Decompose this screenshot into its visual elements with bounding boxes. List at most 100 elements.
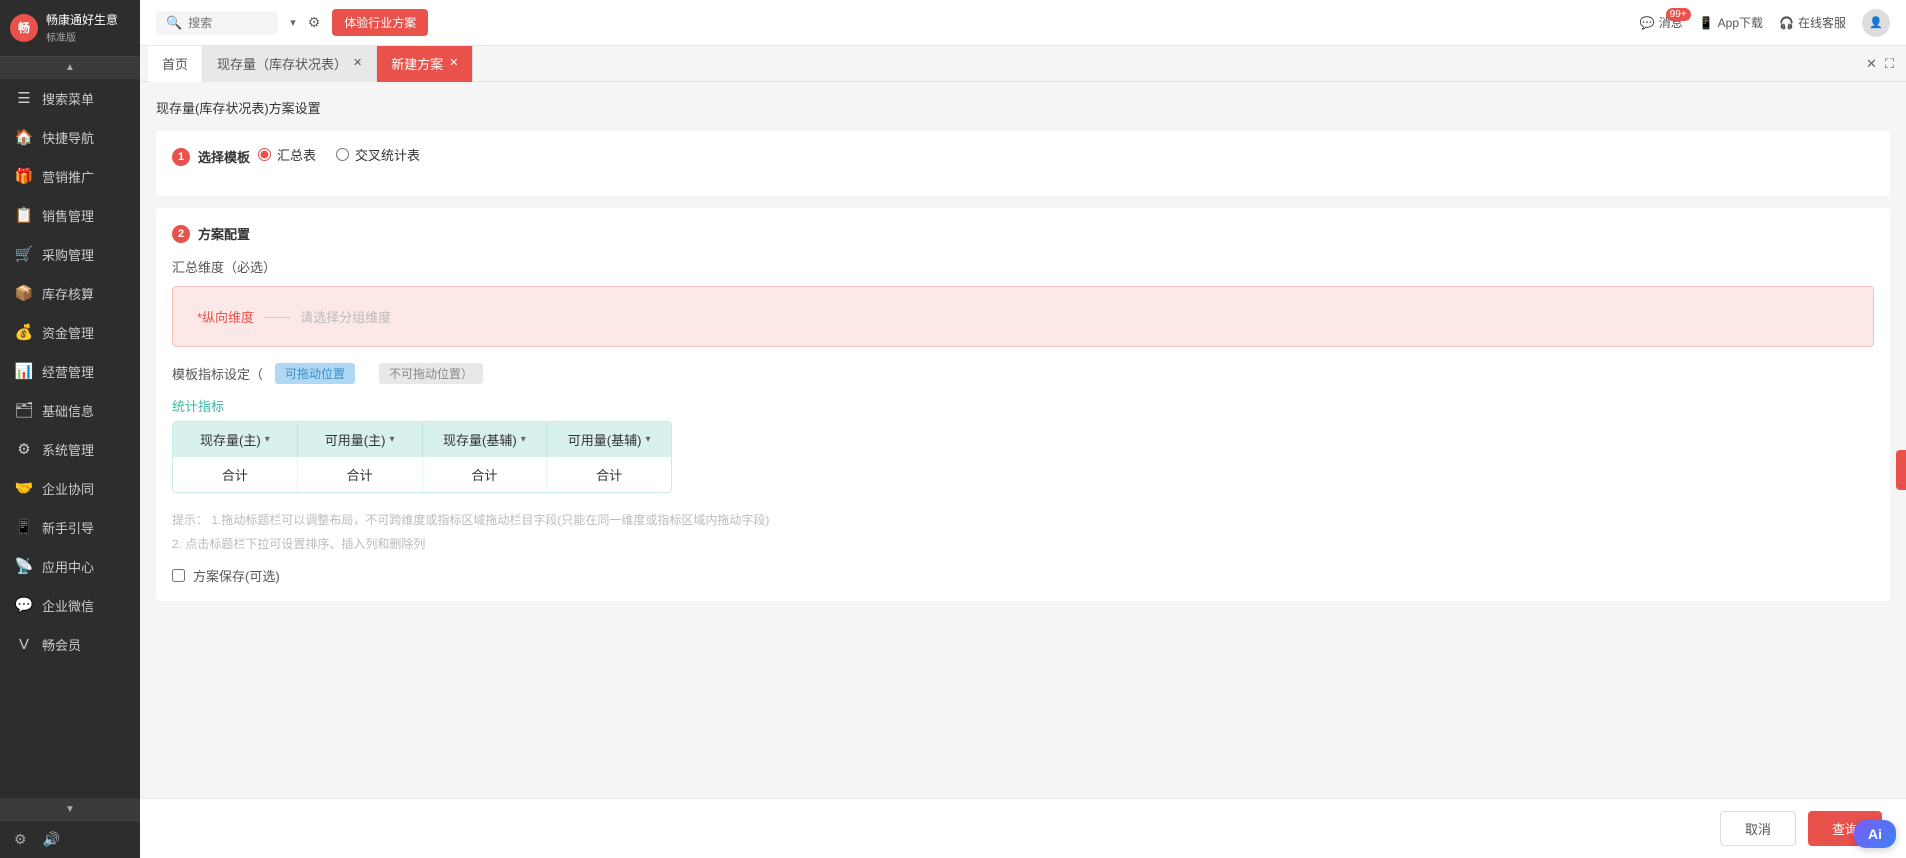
page-title: 现存量(库存状况表)方案设置: [156, 98, 1890, 117]
sidebar-item-member[interactable]: V 畅会员: [0, 625, 140, 664]
step2-header: 2 方案配置: [172, 224, 1874, 243]
dimension-dash: ——: [264, 309, 290, 324]
dimension-placeholder: 请选择分组维度: [300, 307, 391, 326]
sidebar-item-marketing[interactable]: 🎁 营销推广: [0, 157, 140, 196]
messages-item[interactable]: 💬 消息 99+: [1640, 14, 1683, 31]
online-service-item[interactable]: 🎧 在线客服: [1779, 14, 1846, 31]
sidebar-item-purchase[interactable]: 🛒 采购管理: [0, 235, 140, 274]
template-row: 汇总表 交叉统计表: [258, 145, 420, 164]
inventory-icon: 📦: [14, 284, 34, 302]
stat-cell-1: 合计: [173, 457, 298, 492]
step1-badge: 1: [172, 148, 190, 166]
tab-expand-buttons[interactable]: ✕ ⛶: [1854, 56, 1906, 72]
stat-cell-4: 合计: [547, 457, 671, 492]
sidebar-item-basic-info[interactable]: 🗂 基础信息: [0, 391, 140, 430]
basic-info-icon: 🗂: [14, 401, 34, 419]
cancel-button[interactable]: 取消: [1720, 811, 1796, 846]
speaker-icon[interactable]: 🔊: [43, 831, 60, 848]
sidebar-item-system[interactable]: ⚙ 系统管理: [0, 430, 140, 469]
sidebar-scroll-up[interactable]: ▲: [0, 57, 140, 79]
tab-inventory-close-icon[interactable]: ✕: [353, 58, 362, 69]
search-icon: 🔍: [166, 15, 182, 31]
stat-cell-2: 合计: [298, 457, 423, 492]
dimension-area[interactable]: *纵向维度 —— 请选择分组维度: [172, 286, 1874, 347]
stat-table-header: 现存量(主) ▾ 可用量(主) ▾ 现存量(基辅) ▾ 可用量(基辅): [173, 422, 671, 457]
stat-col-1[interactable]: 现存量(主) ▾: [173, 422, 298, 457]
search-menu-icon: ☰: [14, 89, 34, 107]
sidebar-item-search[interactable]: ☰ 搜索菜单: [0, 79, 140, 118]
step1-header: 1 选择模板 汇总表 交叉统计表: [172, 147, 1874, 166]
statistics-label: 统计指标: [172, 396, 1874, 415]
purchase-icon: 🛒: [14, 245, 34, 263]
radio-cross[interactable]: 交叉统计表: [336, 145, 420, 164]
settings-icon[interactable]: ⚙: [14, 831, 27, 848]
step2-title: 方案配置: [198, 224, 250, 243]
summary-dimension-label: 汇总维度（必选）: [172, 257, 1874, 276]
app-download-item[interactable]: 📱 App下载: [1699, 14, 1763, 31]
system-icon: ⚙: [14, 440, 34, 458]
topbar-dropdown[interactable]: ▾: [290, 16, 296, 29]
sidebar-item-operation[interactable]: 📊 经营管理: [0, 352, 140, 391]
tip-1: 提示： 1.拖动标题栏可以调整布局，不可跨维度或指标区域拖动栏目字段(只能在同一…: [172, 508, 1874, 532]
vertical-dimension-label: *纵向维度: [197, 307, 254, 326]
sidebar-item-app-center[interactable]: 📡 应用中心: [0, 547, 140, 586]
stat-cell-3: 合计: [423, 457, 548, 492]
tab-home[interactable]: 首页: [148, 46, 203, 82]
chevron-col2-icon: ▾: [389, 434, 394, 445]
user-avatar[interactable]: 👤: [1862, 9, 1890, 37]
tab-new-plan-close-icon[interactable]: ✕: [449, 58, 458, 69]
sidebar-item-quick-nav[interactable]: 🏠 快捷导航: [0, 118, 140, 157]
step1-section: 1 选择模板 汇总表 交叉统计表: [156, 131, 1890, 196]
expand-icon[interactable]: ⛶: [1885, 56, 1894, 72]
finance-icon: 💰: [14, 323, 34, 341]
guide-icon: 📱: [14, 518, 34, 536]
tabbar: 首页 现存量（库存状况表） ✕ 新建方案 ✕ ✕ ⛶: [140, 46, 1906, 82]
radio-summary-input[interactable]: [258, 148, 271, 161]
chevron-col3-icon: ▾: [521, 434, 526, 445]
metrics-settings-label: 模板指标设定（: [172, 364, 263, 383]
content-area: 现存量(库存状况表)方案设置 1 选择模板 汇总表 交叉统计表: [140, 82, 1906, 858]
sidebar-item-guide[interactable]: 📱 新手引导: [0, 508, 140, 547]
sidebar-item-contract[interactable]: 🤝 企业协同: [0, 469, 140, 508]
save-checkbox-label[interactable]: 方案保存(可选): [193, 566, 280, 585]
sidebar-bottom: ⚙ 🔊: [0, 820, 140, 858]
radio-cross-label: 交叉统计表: [355, 145, 420, 164]
stat-col-4[interactable]: 可用量(基辅) ▾: [547, 422, 671, 457]
chevron-col4-icon: ▾: [645, 434, 650, 445]
step2-section: 2 方案配置 汇总维度（必选） *纵向维度 —— 请选择分组维度 模板指标设定（…: [156, 208, 1890, 601]
search-box[interactable]: 🔍: [156, 11, 278, 35]
ai-float-button[interactable]: Ai: [1854, 820, 1896, 848]
gift-icon: 🎁: [14, 167, 34, 185]
logo-text: 畅康通好生意 标准版: [46, 12, 118, 44]
search-input[interactable]: [188, 16, 268, 30]
sidebar-nav: ☰ 搜索菜单 🏠 快捷导航 🎁 营销推广 📋 销售管理 🛒 采购管理 📦 库存核…: [0, 79, 140, 798]
save-checkbox[interactable]: [172, 569, 185, 582]
stat-table-body: 合计 合计 合计 合计: [173, 457, 671, 492]
tip-2: 2. 点击标题栏下拉可设置排序、插入列和删除列: [172, 532, 1874, 556]
wechat-icon: 💬: [14, 596, 34, 614]
trial-button[interactable]: 体验行业方案: [332, 9, 428, 36]
sidebar-item-wechat[interactable]: 💬 企业微信: [0, 586, 140, 625]
tips-section: 提示： 1.拖动标题栏可以调整布局，不可跨维度或指标区域拖动栏目字段(只能在同一…: [172, 508, 1874, 556]
main-area: 🔍 ▾ ⚙ 体验行业方案 💬 消息 99+ 📱 App下载 🎧 在线客服: [140, 0, 1906, 858]
operation-icon: 📊: [14, 362, 34, 380]
sidebar-scroll-down[interactable]: ▼: [0, 798, 140, 820]
stat-col-2[interactable]: 可用量(主) ▾: [298, 422, 423, 457]
radio-cross-input[interactable]: [336, 148, 349, 161]
stat-col-3[interactable]: 现存量(基辅) ▾: [423, 422, 548, 457]
app-download-icon: 📱: [1699, 16, 1714, 30]
close-panel-icon[interactable]: ✕: [1866, 56, 1877, 72]
sidebar-item-inventory[interactable]: 📦 库存核算: [0, 274, 140, 313]
stat-table: 现存量(主) ▾ 可用量(主) ▾ 现存量(基辅) ▾ 可用量(基辅): [172, 421, 672, 493]
topbar: 🔍 ▾ ⚙ 体验行业方案 💬 消息 99+ 📱 App下载 🎧 在线客服: [140, 0, 1906, 46]
contract-icon: 🤝: [14, 479, 34, 497]
tab-new-plan[interactable]: 新建方案 ✕: [377, 46, 473, 82]
step2-badge: 2: [172, 225, 190, 243]
topbar-gear-icon[interactable]: ⚙: [308, 14, 321, 31]
radio-summary[interactable]: 汇总表: [258, 145, 316, 164]
sidebar-item-sales[interactable]: 📋 销售管理: [0, 196, 140, 235]
tab-inventory-status[interactable]: 现存量（库存状况表） ✕: [203, 46, 377, 82]
sidebar-item-finance[interactable]: 💰 资金管理: [0, 313, 140, 352]
scroll-handle[interactable]: [1896, 450, 1906, 490]
non-draggable-badge-text: 不可拖动位置）: [379, 363, 483, 384]
